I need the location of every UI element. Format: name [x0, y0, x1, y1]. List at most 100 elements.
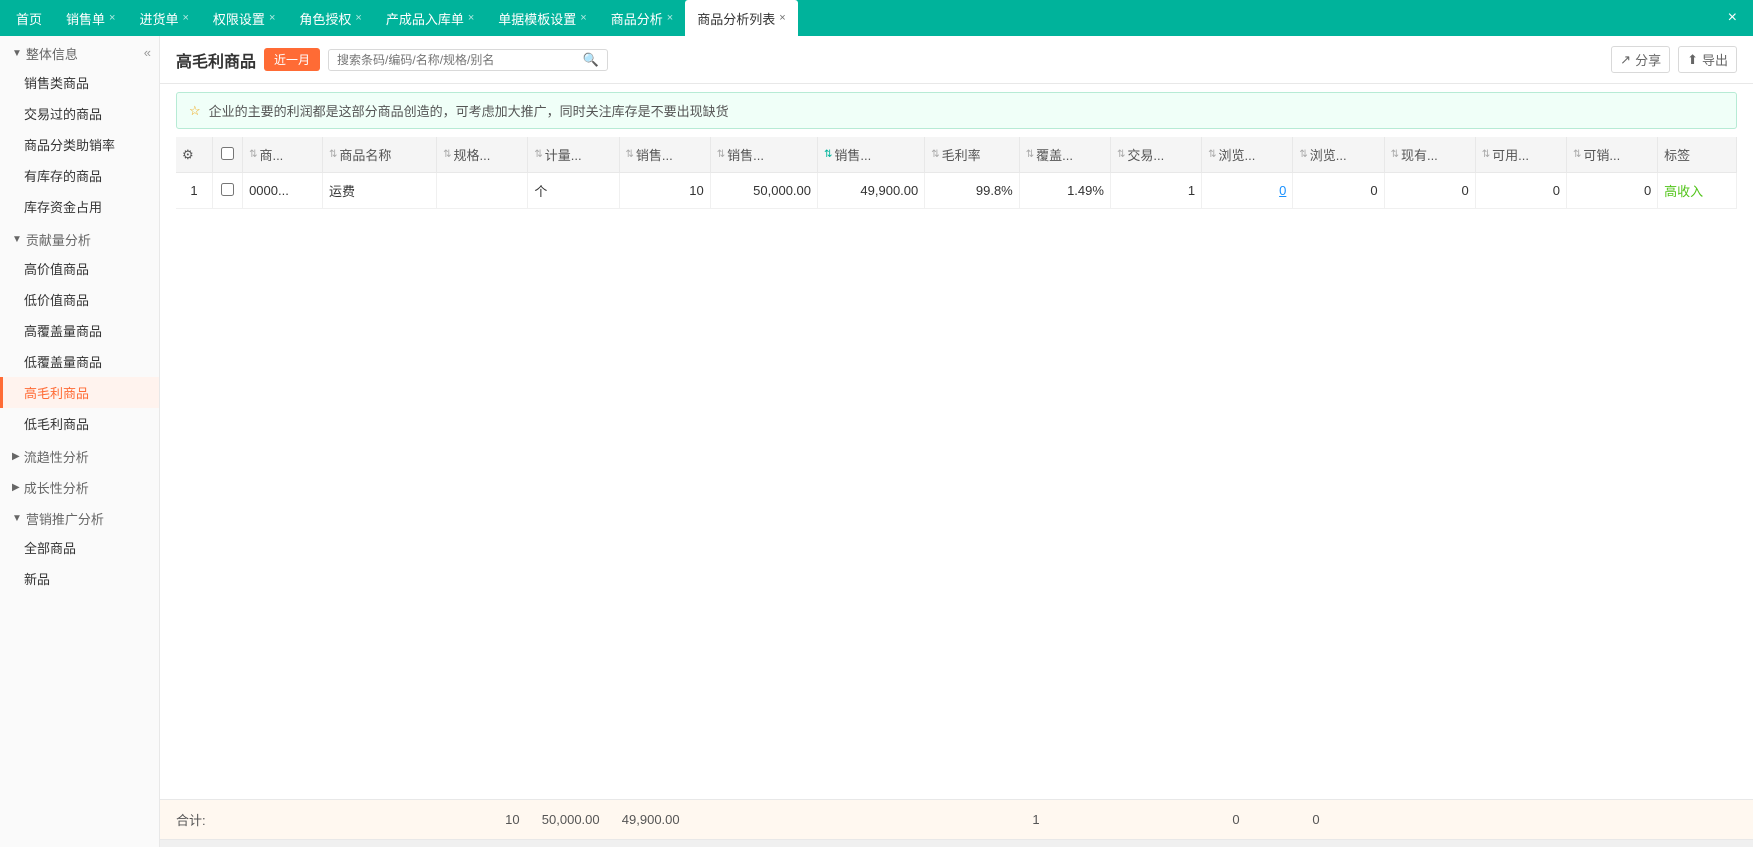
search-box: 🔍 [328, 49, 608, 71]
cell-transaction: 1 [1110, 173, 1201, 209]
footer-bar: 合计: 10 50,000.00 49,900.00 1 0 [160, 799, 1753, 839]
sidebar-item-category-assist[interactable]: 商品分类助销率 [0, 129, 159, 160]
share-button[interactable]: ↗ 分享 [1611, 46, 1670, 73]
nav-product-inbound[interactable]: 产成品入库单 × [374, 0, 486, 36]
nav-analysis-list[interactable]: 商品分析列表 × [685, 0, 797, 36]
footer-cell-0 [246, 812, 446, 827]
sidebar-item-high-value[interactable]: 高价值商品 [0, 253, 159, 284]
search-icon[interactable]: 🔍 [583, 52, 599, 68]
select-all-checkbox[interactable] [221, 147, 234, 160]
sidebar-group-contribution[interactable]: ▼ 贡献量分析 [0, 222, 159, 253]
th-sales-count[interactable]: ⇅ 销售... [619, 137, 710, 173]
share-icon: ↗ [1620, 52, 1631, 68]
cell-code: 0000... [243, 173, 323, 209]
export-icon: ⬆ [1687, 52, 1698, 68]
th-available[interactable]: ⇅ 可用... [1475, 137, 1566, 173]
nav-home[interactable]: 首页 [4, 0, 54, 36]
nav-product-analysis[interactable]: 商品分析 × [599, 0, 685, 36]
table-row: 1 0000... 运费 [176, 173, 1737, 209]
nav-sales[interactable]: 销售单 × [54, 0, 127, 36]
nav-close-sales[interactable]: × [109, 12, 115, 24]
th-checkbox [213, 137, 243, 173]
row-checkbox[interactable] [221, 183, 234, 196]
arrow-icon-4: ▶ [12, 482, 20, 493]
nav-role[interactable]: 角色授权 × [287, 0, 373, 36]
footer-label: 合计: [176, 810, 206, 829]
sidebar-item-high-coverage[interactable]: 高覆盖量商品 [0, 315, 159, 346]
table-header-row: ⚙ ⇅ 商... [176, 137, 1737, 173]
th-transaction[interactable]: ⇅ 交易... [1110, 137, 1201, 173]
nav-close-analysis-list[interactable]: × [779, 12, 785, 24]
sidebar-item-in-stock[interactable]: 有库存的商品 [0, 160, 159, 191]
sidebar-item-low-margin[interactable]: 低毛利商品 [0, 408, 159, 439]
table-body: 1 0000... 运费 [176, 173, 1737, 209]
cell-current-stock: 0 [1384, 173, 1475, 209]
cell-name: 运费 [322, 173, 436, 209]
th-spec[interactable]: ⇅ 规格... [437, 137, 528, 173]
cell-num: 1 [176, 173, 213, 209]
sidebar-group-growth[interactable]: ▶ 成长性分析 [0, 470, 159, 501]
filter-month-button[interactable]: 近一月 [264, 48, 320, 71]
info-banner: ☆ 企业的主要的利润都是这部分商品创造的，可考虑加大推广，同时关注库存是不要出现… [176, 92, 1737, 129]
nav-close-product-inbound[interactable]: × [468, 12, 474, 24]
data-table: ⚙ ⇅ 商... [176, 137, 1737, 209]
cell-sales-count: 10 [619, 173, 710, 209]
sidebar-group-overall[interactable]: ▼ 整体信息 [0, 36, 159, 67]
th-browse2[interactable]: ⇅ 浏览... [1293, 137, 1384, 173]
th-gross-margin[interactable]: ⇅ 毛利率 [925, 137, 1019, 173]
cell-available: 0 [1475, 173, 1566, 209]
sidebar-item-all-goods[interactable]: 全部商品 [0, 532, 159, 563]
top-nav: 首页 销售单 × 进货单 × 权限设置 × 角色授权 × 产成品入库单 × 单据… [0, 0, 1753, 36]
sidebar-item-low-coverage[interactable]: 低覆盖量商品 [0, 346, 159, 377]
th-sales-amount[interactable]: ⇅ 销售... [710, 137, 817, 173]
sidebar-item-sales-goods[interactable]: 销售类商品 [0, 67, 159, 98]
footer-cell-transaction: 1 [966, 812, 1046, 827]
nav-template[interactable]: 单据模板设置 × [486, 0, 598, 36]
th-sellable[interactable]: ⇅ 可销... [1566, 137, 1657, 173]
arrow-icon-2: ▼ [12, 234, 22, 245]
cell-gross-margin: 99.8% [925, 173, 1019, 209]
export-button[interactable]: ⬆ 导出 [1678, 46, 1737, 73]
th-browse1[interactable]: ⇅ 浏览... [1202, 137, 1293, 173]
th-tag[interactable]: 标签 [1658, 137, 1737, 173]
sidebar: « ▼ 整体信息 销售类商品 交易过的商品 商品分类助销率 有库存的商品 库存资… [0, 36, 160, 847]
sidebar-group-marketing[interactable]: ▼ 营销推广分析 [0, 501, 159, 532]
th-coverage[interactable]: ⇅ 覆盖... [1019, 137, 1110, 173]
nav-permission[interactable]: 权限设置 × [201, 0, 287, 36]
arrow-icon-5: ▼ [12, 513, 22, 524]
arrow-icon-3: ▶ [12, 451, 20, 462]
cell-browse2: 0 [1293, 173, 1384, 209]
nav-close-product-analysis[interactable]: × [667, 12, 673, 24]
sidebar-item-low-value[interactable]: 低价值商品 [0, 284, 159, 315]
th-name[interactable]: ⇅ 商品名称 [322, 137, 436, 173]
nav-close-purchase[interactable]: × [182, 12, 188, 24]
th-unit[interactable]: ⇅ 计量... [528, 137, 619, 173]
cell-tag: 高收入 [1658, 173, 1737, 209]
main-layout: « ▼ 整体信息 销售类商品 交易过的商品 商品分类助销率 有库存的商品 库存资… [0, 36, 1753, 847]
sidebar-item-new-goods[interactable]: 新品 [0, 563, 159, 594]
nav-purchase[interactable]: 进货单 × [127, 0, 200, 36]
sidebar-group-trend[interactable]: ▶ 流趋性分析 [0, 439, 159, 470]
window-close-button[interactable]: × [1716, 0, 1749, 36]
sidebar-collapse-button[interactable]: « [144, 44, 151, 60]
nav-close-template[interactable]: × [580, 12, 586, 24]
info-text: 企业的主要的利润都是这部分商品创造的，可考虑加大推广，同时关注库存是不要出现缺货 [209, 101, 729, 120]
th-current-stock[interactable]: ⇅ 现有... [1384, 137, 1475, 173]
table-header: ⚙ ⇅ 商... [176, 137, 1737, 173]
cell-sales-amount: 50,000.00 [710, 173, 817, 209]
th-code[interactable]: ⇅ 商... [243, 137, 323, 173]
footer-cell-sales-profit: 49,900.00 [606, 812, 686, 827]
sidebar-item-traded-goods[interactable]: 交易过的商品 [0, 98, 159, 129]
th-sales-profit[interactable]: ⇅ 销售... [818, 137, 925, 173]
cell-checkbox [213, 173, 243, 209]
th-settings[interactable]: ⚙ [176, 137, 213, 173]
cell-coverage: 1.49% [1019, 173, 1110, 209]
sidebar-item-stock-capital[interactable]: 库存资金占用 [0, 191, 159, 222]
nav-close-role[interactable]: × [355, 12, 361, 24]
nav-close-permission[interactable]: × [269, 12, 275, 24]
cell-spec [437, 173, 528, 209]
cell-browse1[interactable]: 0 [1202, 173, 1293, 209]
search-input[interactable] [337, 53, 579, 67]
sidebar-item-high-margin[interactable]: 高毛利商品 [0, 377, 159, 408]
bottom-scrollbar[interactable] [160, 839, 1753, 847]
